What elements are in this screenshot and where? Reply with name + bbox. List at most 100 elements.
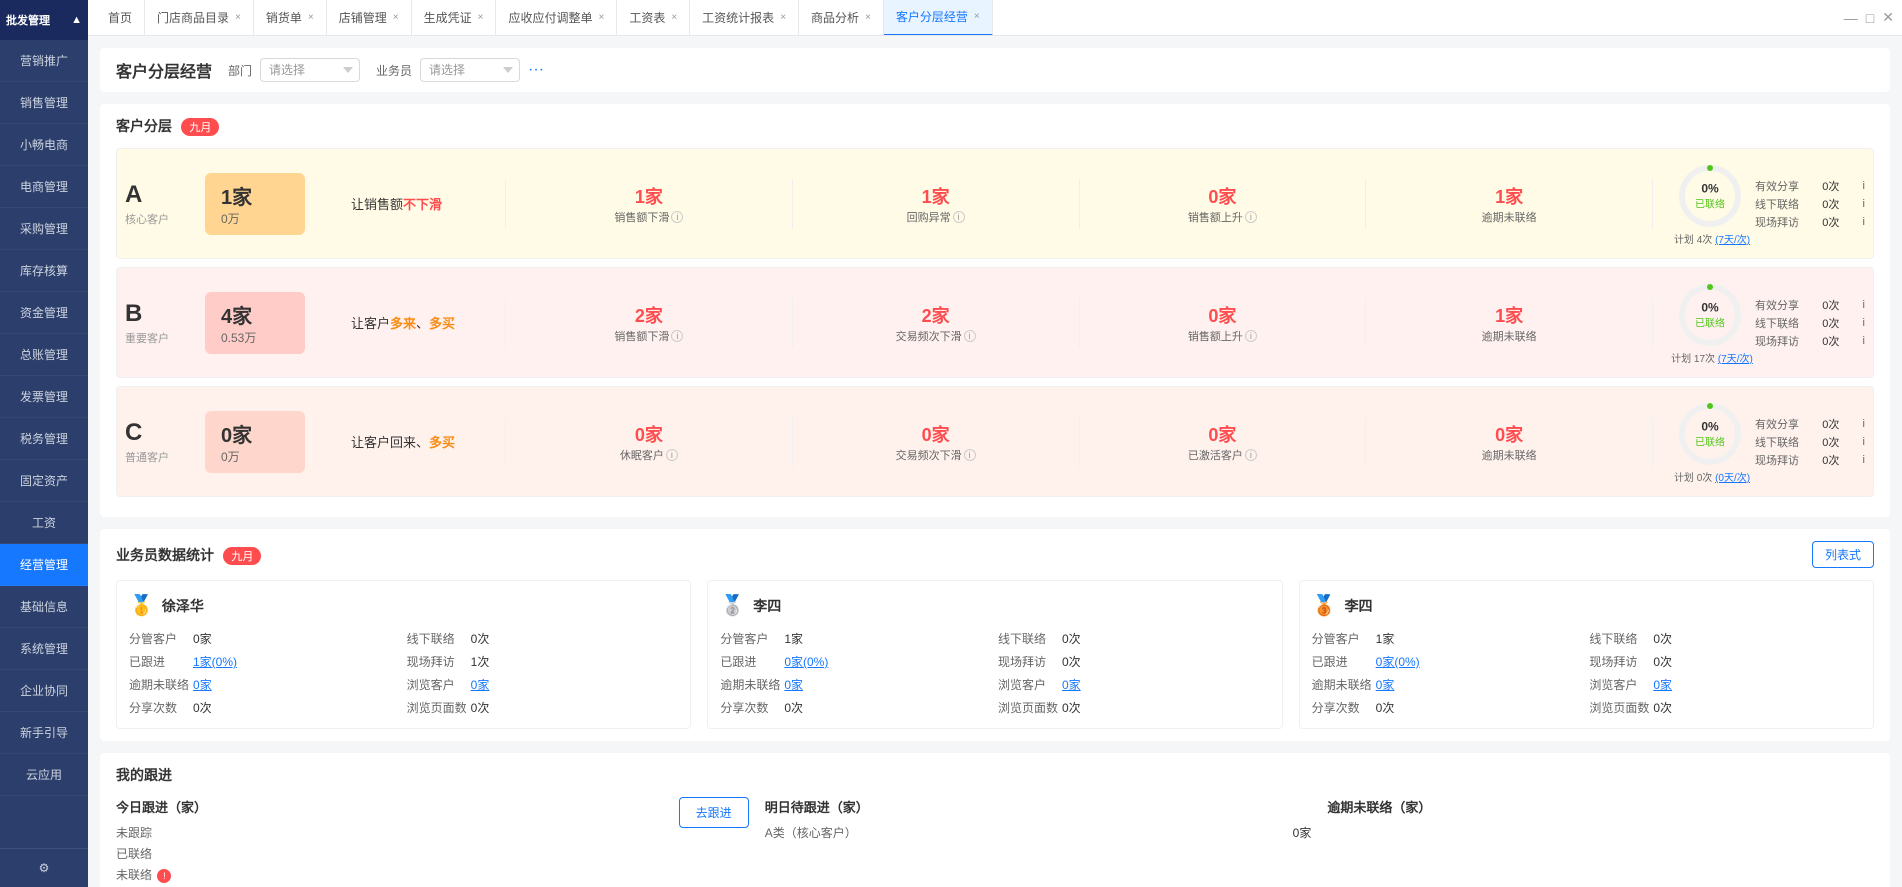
tab-item-4[interactable]: 生成凭证×: [412, 0, 497, 36]
sidebar-logo[interactable]: 批发管理 ▲: [0, 0, 88, 40]
sidebar-item-15[interactable]: 企业协同: [0, 670, 88, 712]
staff-stat-val-2-5[interactable]: 0家: [1653, 676, 1672, 693]
staff-stat-label-1-2: 已跟进: [720, 653, 780, 670]
sidebar-item-10[interactable]: 固定资产: [0, 460, 88, 502]
staff-stat-val-2-4[interactable]: 0家: [1376, 676, 1395, 693]
sidebar-item-12[interactable]: 经营管理: [0, 544, 88, 586]
sidebar-item-8[interactable]: 发票管理: [0, 376, 88, 418]
metric-label-C-3: 逾期未联络: [1386, 447, 1632, 463]
staff-stat-val-0-4[interactable]: 0家: [193, 676, 212, 693]
stat-row-B-2: 现场拜访 0次 i: [1755, 333, 1865, 349]
info-icon-B-2[interactable]: i: [1245, 330, 1257, 342]
tier-amount-C: 0万: [221, 448, 289, 465]
window-close-icon[interactable]: ✕: [1882, 9, 1894, 26]
list-view-button[interactable]: 列表式: [1812, 541, 1874, 568]
followup-grid: 今日跟进（家） 未跟踪 已联络 未联络 ! 下次发生 i: [116, 797, 1874, 887]
sidebar-item-11[interactable]: 工资: [0, 502, 88, 544]
circle-divider-2: [1652, 417, 1653, 467]
info-icon-A-2[interactable]: i: [1245, 211, 1257, 223]
sidebar-item-16[interactable]: 新手引导: [0, 712, 88, 754]
tab-item-1[interactable]: 门店商品目录×: [145, 0, 254, 36]
staff-stat-val-1-5[interactable]: 0家: [1062, 676, 1081, 693]
tab-close-6[interactable]: ×: [671, 12, 677, 23]
window-maximize-icon[interactable]: □: [1866, 10, 1874, 26]
staff-stat-val-2-2[interactable]: 0家(0%): [1376, 653, 1420, 670]
staff-stat-1-1: 线下联络 0次: [998, 630, 1270, 647]
staff-stat-val-0-2[interactable]: 1家(0%): [193, 653, 237, 670]
tab-close-2[interactable]: ×: [308, 12, 314, 23]
goto-followup-button[interactable]: 去跟进: [679, 797, 749, 828]
sidebar-item-9[interactable]: 税务管理: [0, 418, 88, 460]
info-icon-A-1[interactable]: i: [953, 211, 965, 223]
stat-info-C-0[interactable]: i: [1863, 418, 1865, 430]
dept-select[interactable]: 请选择: [260, 58, 360, 82]
tab-close-8[interactable]: ×: [865, 12, 871, 23]
stat-row-C-1: 线下联络 0次 i: [1755, 434, 1865, 450]
tab-item-3[interactable]: 店铺管理×: [327, 0, 412, 36]
tier-letter-A: A: [125, 181, 205, 209]
tier-count-B: 4家: [221, 300, 289, 329]
tab-item-8[interactable]: 商品分析×: [799, 0, 884, 36]
info-icon-C-0[interactable]: i: [666, 449, 678, 461]
plan-link-A[interactable]: (7天/次): [1715, 235, 1750, 246]
stat-info-A-0[interactable]: i: [1863, 180, 1865, 192]
tab-item-9[interactable]: 客户分层经营×: [884, 0, 993, 36]
window-minimize-icon[interactable]: —: [1844, 10, 1858, 26]
tab-close-9[interactable]: ×: [974, 11, 980, 22]
sidebar-gear[interactable]: ⚙: [0, 848, 88, 887]
tab-item-6[interactable]: 工资表×: [617, 0, 690, 36]
more-filters-icon[interactable]: ···: [528, 61, 544, 79]
sidebar-item-5[interactable]: 库存核算: [0, 250, 88, 292]
tab-close-4[interactable]: ×: [478, 12, 484, 23]
stat-info-B-0[interactable]: i: [1863, 299, 1865, 311]
plan-link-B[interactable]: (7天/次): [1718, 354, 1753, 365]
staff-section-header: 业务员数据统计 九月 列表式: [116, 541, 1874, 568]
staff-stat-val-1-4[interactable]: 0家: [784, 676, 803, 693]
tier-label-B: B重要客户: [125, 300, 205, 346]
stat-info-B-1[interactable]: i: [1863, 317, 1865, 329]
stat-info-B-2[interactable]: i: [1863, 335, 1865, 347]
tab-item-7[interactable]: 工资统计报表×: [690, 0, 799, 36]
metric-cell-A-2: 0家 销售额上升 i: [1092, 183, 1354, 225]
sidebar-item-17[interactable]: 云应用: [0, 754, 88, 796]
tier-count-box-A: 1家 0万: [205, 173, 335, 235]
tab-close-3[interactable]: ×: [393, 12, 399, 23]
staff-stat-0-0: 分管客户 0家: [129, 630, 401, 647]
info-icon-A-0[interactable]: i: [671, 211, 683, 223]
plan-link-C[interactable]: (0天/次): [1715, 473, 1750, 484]
staff-stat-val-1-2[interactable]: 0家(0%): [784, 653, 828, 670]
sidebar-item-0[interactable]: 营销推广: [0, 40, 88, 82]
sidebar-item-3[interactable]: 电商管理: [0, 166, 88, 208]
sidebar-item-6[interactable]: 资金管理: [0, 292, 88, 334]
tab-close-7[interactable]: ×: [780, 12, 786, 23]
stat-info-C-1[interactable]: i: [1863, 436, 1865, 448]
stat-info-C-2[interactable]: i: [1863, 454, 1865, 466]
stat-info-A-2[interactable]: i: [1863, 216, 1865, 228]
plan-text-C: 计划 0次 (0天/次): [1674, 469, 1750, 484]
sidebar-item-7[interactable]: 总账管理: [0, 334, 88, 376]
tab-item-0[interactable]: 首页: [96, 0, 145, 36]
staff-stat-label-2-4: 逾期未联络: [1312, 676, 1372, 693]
tab-item-2[interactable]: 销货单×: [254, 0, 327, 36]
stat-info-A-1[interactable]: i: [1863, 198, 1865, 210]
sidebar-item-1[interactable]: 销售管理: [0, 82, 88, 124]
sidebar-item-4[interactable]: 采购管理: [0, 208, 88, 250]
staff-stat-label-2-0: 分管客户: [1312, 630, 1372, 647]
tab-item-5[interactable]: 应收应付调整单×: [496, 0, 617, 36]
staff-stat-val-0-1: 0次: [471, 630, 490, 647]
sales-select[interactable]: 请选择: [420, 58, 520, 82]
staff-stat-val-0-5[interactable]: 0家: [471, 676, 490, 693]
plan-text-A: 计划 4次 (7天/次): [1674, 231, 1750, 246]
sidebar-item-2[interactable]: 小畅电商: [0, 124, 88, 166]
sidebar-item-14[interactable]: 系统管理: [0, 628, 88, 670]
circle-center-B: 0% 已联络: [1695, 301, 1725, 330]
info-icon-C-1[interactable]: i: [964, 449, 976, 461]
tab-close-1[interactable]: ×: [235, 12, 241, 23]
info-icon-B-1[interactable]: i: [964, 330, 976, 342]
sidebar-toggle-icon[interactable]: ▲: [71, 14, 82, 26]
sidebar-item-13[interactable]: 基础信息: [0, 586, 88, 628]
info-icon-B-0[interactable]: i: [671, 330, 683, 342]
staff-stat-label-0-6: 分享次数: [129, 699, 189, 716]
info-icon-C-2[interactable]: i: [1245, 449, 1257, 461]
tab-close-5[interactable]: ×: [598, 12, 604, 23]
